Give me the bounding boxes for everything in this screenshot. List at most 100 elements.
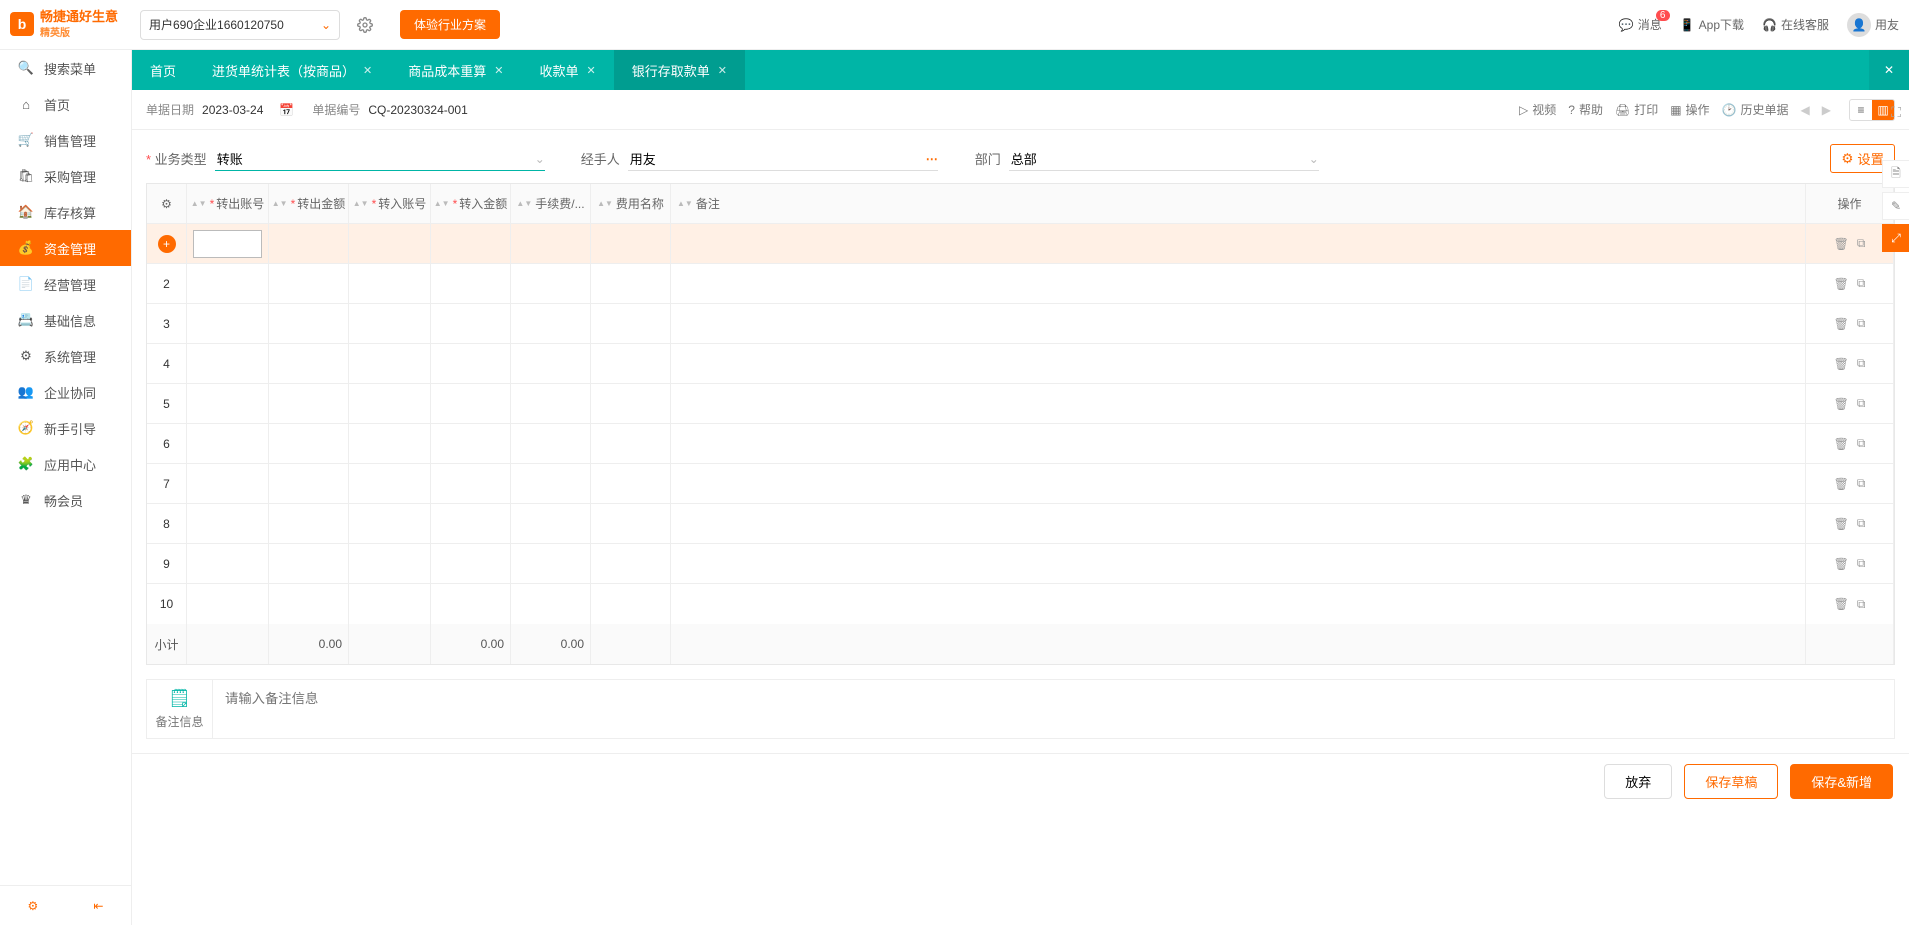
table-cell[interactable] bbox=[349, 344, 431, 383]
messages-button[interactable]: 💬 消息 6 bbox=[1619, 16, 1662, 33]
table-cell[interactable] bbox=[431, 424, 511, 463]
table-cell[interactable] bbox=[269, 304, 349, 343]
table-cell[interactable] bbox=[187, 584, 269, 624]
table-row[interactable]: 5🗑⧉ bbox=[147, 384, 1894, 424]
table-cell[interactable] bbox=[671, 464, 1806, 503]
col-out-amt[interactable]: ▲▼*转出金额 bbox=[269, 184, 349, 223]
col-remark[interactable]: ▲▼备注 bbox=[671, 184, 1806, 223]
table-cell[interactable] bbox=[269, 504, 349, 543]
sidebar-item-vip[interactable]: ♛畅会员 bbox=[0, 482, 131, 518]
print-button[interactable]: 🖨打印 bbox=[1615, 101, 1658, 118]
table-cell[interactable] bbox=[269, 424, 349, 463]
sidebar-item-basic[interactable]: 📇基础信息 bbox=[0, 302, 131, 338]
table-cell[interactable] bbox=[591, 344, 671, 383]
table-cell[interactable] bbox=[591, 264, 671, 303]
sidebar-item-search[interactable]: 🔍搜索菜单 bbox=[0, 50, 131, 86]
copy-row-icon[interactable]: ⧉ bbox=[1853, 556, 1870, 571]
table-cell[interactable] bbox=[671, 544, 1806, 583]
table-cell[interactable] bbox=[591, 224, 671, 263]
table-cell[interactable] bbox=[511, 264, 591, 303]
delete-row-icon[interactable]: 🗑 bbox=[1830, 237, 1853, 251]
table-row[interactable]: 4🗑⧉ bbox=[147, 344, 1894, 384]
table-cell[interactable] bbox=[187, 544, 269, 583]
table-cell[interactable] bbox=[671, 384, 1806, 423]
calendar-icon[interactable]: 📅 bbox=[279, 103, 294, 117]
table-cell[interactable] bbox=[591, 544, 671, 583]
table-cell[interactable] bbox=[349, 224, 431, 263]
table-cell[interactable] bbox=[349, 384, 431, 423]
table-row[interactable]: 3🗑⧉ bbox=[147, 304, 1894, 344]
sidebar-item-business[interactable]: 📄经营管理 bbox=[0, 266, 131, 302]
table-cell[interactable] bbox=[431, 224, 511, 263]
table-cell[interactable] bbox=[671, 224, 1806, 263]
table-cell[interactable] bbox=[349, 304, 431, 343]
sidebar-item-funds[interactable]: 💰资金管理 bbox=[0, 230, 131, 266]
sidebar-item-home[interactable]: ⌂首页 bbox=[0, 86, 131, 122]
save-draft-button[interactable]: 保存草稿 bbox=[1684, 764, 1778, 799]
settings-icon[interactable]: ⚙ bbox=[28, 899, 39, 913]
delete-row-icon[interactable]: 🗑 bbox=[1830, 597, 1853, 611]
delete-row-icon[interactable]: 🗑 bbox=[1830, 397, 1853, 411]
table-cell[interactable] bbox=[187, 224, 269, 263]
table-cell[interactable] bbox=[269, 464, 349, 503]
table-cell[interactable] bbox=[511, 424, 591, 463]
header-config-icon[interactable]: ⚙ bbox=[147, 184, 187, 223]
table-cell[interactable] bbox=[511, 344, 591, 383]
tab-cost-recalc[interactable]: 商品成本重算✕ bbox=[390, 50, 521, 90]
table-cell[interactable] bbox=[511, 544, 591, 583]
help-button[interactable]: ?帮助 bbox=[1568, 101, 1603, 118]
delete-row-icon[interactable]: 🗑 bbox=[1830, 437, 1853, 451]
table-row[interactable]: 6🗑⧉ bbox=[147, 424, 1894, 464]
delete-row-icon[interactable]: 🗑 bbox=[1830, 317, 1853, 331]
copy-row-icon[interactable]: ⧉ bbox=[1853, 476, 1870, 491]
table-cell[interactable] bbox=[187, 504, 269, 543]
table-cell[interactable] bbox=[187, 424, 269, 463]
biz-type-input[interactable] bbox=[215, 147, 545, 171]
table-cell[interactable] bbox=[431, 504, 511, 543]
remark-input[interactable] bbox=[213, 680, 1894, 738]
table-cell[interactable] bbox=[431, 264, 511, 303]
table-cell[interactable] bbox=[431, 464, 511, 503]
table-cell[interactable] bbox=[349, 464, 431, 503]
out-acct-input[interactable] bbox=[193, 230, 262, 258]
table-cell[interactable] bbox=[431, 584, 511, 624]
table-row[interactable]: 10🗑⧉ bbox=[147, 584, 1894, 624]
tenant-select[interactable]: 用户690企业1660120750 ⌄ bbox=[140, 10, 340, 40]
copy-row-icon[interactable]: ⧉ bbox=[1853, 236, 1870, 251]
table-row[interactable]: 8🗑⧉ bbox=[147, 504, 1894, 544]
add-row-button[interactable]: + bbox=[158, 235, 176, 253]
delete-row-icon[interactable]: 🗑 bbox=[1830, 557, 1853, 571]
copy-row-icon[interactable]: ⧉ bbox=[1853, 276, 1870, 291]
col-fee[interactable]: ▲▼手续费/... bbox=[511, 184, 591, 223]
video-button[interactable]: ▷视频 bbox=[1519, 101, 1556, 118]
sidebar-item-system[interactable]: ⚙系统管理 bbox=[0, 338, 131, 374]
table-cell[interactable] bbox=[591, 384, 671, 423]
table-cell[interactable] bbox=[431, 384, 511, 423]
table-cell[interactable] bbox=[591, 464, 671, 503]
table-row[interactable]: 7🗑⧉ bbox=[147, 464, 1894, 504]
table-cell[interactable] bbox=[511, 384, 591, 423]
col-out-acct[interactable]: ▲▼*转出账号 bbox=[187, 184, 269, 223]
history-button[interactable]: 🕑历史单据 bbox=[1722, 101, 1789, 118]
delete-row-icon[interactable]: 🗑 bbox=[1830, 277, 1853, 291]
operate-button[interactable]: ▦操作 bbox=[1670, 101, 1709, 118]
app-download-button[interactable]: 📱 App下载 bbox=[1680, 16, 1744, 33]
table-cell[interactable] bbox=[269, 544, 349, 583]
col-fee-name[interactable]: ▲▼费用名称 bbox=[591, 184, 671, 223]
delete-row-icon[interactable]: 🗑 bbox=[1830, 517, 1853, 531]
table-cell[interactable] bbox=[269, 384, 349, 423]
table-cell[interactable] bbox=[591, 504, 671, 543]
copy-row-icon[interactable]: ⧉ bbox=[1853, 516, 1870, 531]
next-button[interactable]: ▶ bbox=[1822, 103, 1831, 117]
tab-purchase-stats[interactable]: 进货单统计表（按商品）✕ bbox=[194, 50, 390, 90]
table-cell[interactable] bbox=[187, 304, 269, 343]
table-cell[interactable] bbox=[511, 304, 591, 343]
chevron-down-icon[interactable]: ⌄ bbox=[535, 152, 545, 166]
close-icon[interactable]: ✕ bbox=[718, 64, 727, 77]
sidebar-item-purchase[interactable]: 🛍采购管理 bbox=[0, 158, 131, 194]
col-in-amt[interactable]: ▲▼*转入金额 bbox=[431, 184, 511, 223]
copy-row-icon[interactable]: ⧉ bbox=[1853, 597, 1870, 612]
table-cell[interactable] bbox=[431, 344, 511, 383]
rail-expand-icon[interactable]: ⤢ bbox=[1882, 224, 1909, 252]
table-cell[interactable] bbox=[591, 584, 671, 624]
